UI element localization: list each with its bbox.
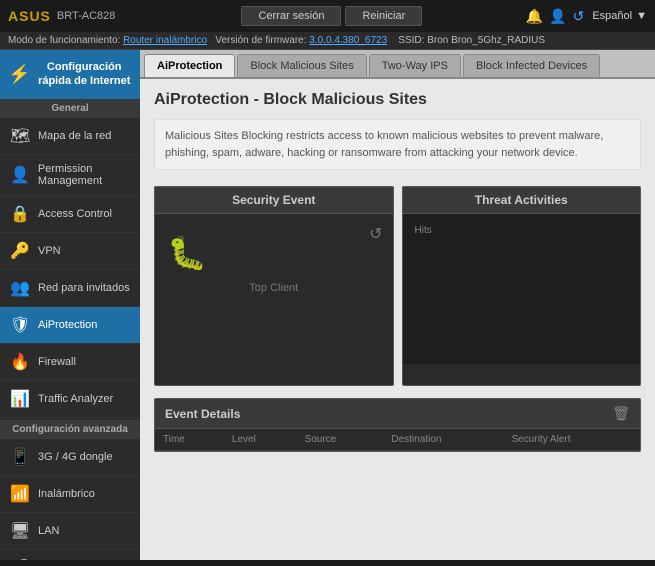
traffic-analyzer-icon: 📊 xyxy=(10,389,30,409)
sidebar-item-label: Mapa de la red xyxy=(38,130,111,142)
sidebar: ⚡ Configuración rápida de Internet Gener… xyxy=(0,50,140,560)
top-client-label: Top Client xyxy=(163,282,385,294)
sidebar-item-label: Permission Management xyxy=(38,163,130,187)
wireless-icon: 📶 xyxy=(10,484,30,504)
guest-network-icon: 👥 xyxy=(10,278,30,298)
col-destination: Destination xyxy=(383,429,503,451)
threat-activities-panel: Threat Activities Hits xyxy=(402,186,642,386)
top-buttons: Cerrar sesión Reiniciar xyxy=(138,6,526,26)
event-details-header: Event Details 🗑 xyxy=(155,399,640,429)
sidebar-item-label: Inalámbrico xyxy=(38,488,95,500)
sidebar-item-label: Traffic Analyzer xyxy=(38,393,113,405)
lan-icon: 🖥 xyxy=(10,521,30,541)
hits-label: Hits xyxy=(411,221,436,240)
lang-label: Español xyxy=(592,10,632,22)
event-details-title: Event Details xyxy=(165,407,240,421)
tab-two-way-ips[interactable]: Two-Way IPS xyxy=(369,54,461,77)
panels: Security Event 🐛 ↺ Top Client Threat Act… xyxy=(154,186,641,386)
firmware-label: Versión de firmware: xyxy=(215,35,306,46)
sidebar-item-firewall[interactable]: 🔥 Firewall xyxy=(0,344,140,381)
content-area: AiProtection Block Malicious Sites Two-W… xyxy=(140,50,655,560)
aiprotection-icon: 🛡 xyxy=(10,315,30,335)
refresh-security-icon[interactable]: ↺ xyxy=(369,224,382,244)
event-details: Event Details 🗑 Time Level Source Destin… xyxy=(154,398,641,452)
tab-block-infected[interactable]: Block Infected Devices xyxy=(463,54,600,77)
sidebar-item-guest-network[interactable]: 👥 Red para invitados xyxy=(0,270,140,307)
top-bar: ASUS BRT-AC828 Cerrar sesión Reiniciar 🔔… xyxy=(0,0,655,32)
page-title: AiProtection - Block Malicious Sites xyxy=(154,91,641,109)
ssid-value: Bron Bron_5Ghz_RADIUS xyxy=(427,35,545,46)
logout-button[interactable]: Cerrar sesión xyxy=(241,6,341,26)
logo-model: BRT-AC828 xyxy=(57,10,116,22)
mode-label: Modo de funcionamiento: xyxy=(8,35,120,46)
page-content: AiProtection - Block Malicious Sites Mal… xyxy=(140,79,655,464)
firmware-value[interactable]: 3.0.0.4.380_6723 xyxy=(309,35,387,46)
sidebar-item-label: VPN xyxy=(38,245,61,257)
user-icon: 👤 xyxy=(549,8,566,25)
sidebar-item-permission[interactable]: 👤 Permission Management xyxy=(0,155,140,196)
sidebar-item-label: Red para invitados xyxy=(38,282,130,294)
sidebar-item-label: Firewall xyxy=(38,356,76,368)
refresh-top-icon[interactable]: ↺ xyxy=(573,8,585,25)
3g4g-icon: 📱 xyxy=(10,447,30,467)
sidebar-item-aiprotection[interactable]: 🛡 AiProtection xyxy=(0,307,140,344)
logo-area: ASUS BRT-AC828 xyxy=(8,8,138,24)
sidebar-item-network-map[interactable]: 🗺 Mapa de la red xyxy=(0,118,140,155)
tabs: AiProtection Block Malicious Sites Two-W… xyxy=(140,50,655,79)
sidebar-item-label: 3G / 4G dongle xyxy=(38,451,113,463)
sidebar-item-traffic-analyzer[interactable]: 📊 Traffic Analyzer xyxy=(0,381,140,418)
bug-icon: 🐛 xyxy=(167,234,207,272)
sidebar-item-lan[interactable]: 🖥 LAN xyxy=(0,513,140,550)
col-security-alert: Security Alert xyxy=(504,429,640,451)
top-icons: 🔔 👤 ↺ xyxy=(526,8,585,25)
logo-asus: ASUS xyxy=(8,8,51,24)
security-event-header: Security Event xyxy=(155,187,393,214)
quick-setup-icon: ⚡ xyxy=(8,63,30,86)
sidebar-item-label: Access Control xyxy=(38,208,112,220)
sidebar-item-wireless[interactable]: 📶 Inalámbrico xyxy=(0,476,140,513)
main-layout: ⚡ Configuración rápida de Internet Gener… xyxy=(0,50,655,560)
description-text: Malicious Sites Blocking restricts acces… xyxy=(154,119,641,170)
col-time: Time xyxy=(155,429,224,451)
security-event-body: 🐛 ↺ Top Client xyxy=(155,214,393,364)
info-bar: Modo de funcionamiento: Router inalámbri… xyxy=(0,32,655,50)
mode-value[interactable]: Router inalámbrico xyxy=(123,35,207,46)
firewall-icon: 🔥 xyxy=(10,352,30,372)
vpn-icon: 🔑 xyxy=(10,241,30,261)
bell-icon: 🔔 xyxy=(526,8,543,25)
general-section-label: General xyxy=(0,99,140,118)
col-level: Level xyxy=(224,429,297,451)
event-table: Time Level Source Destination Security A… xyxy=(155,429,640,451)
tab-aiprotection[interactable]: AiProtection xyxy=(144,54,235,77)
sidebar-quick-setup[interactable]: ⚡ Configuración rápida de Internet xyxy=(0,50,140,99)
threat-activities-body: Hits xyxy=(403,214,641,364)
network-map-icon: 🗺 xyxy=(10,126,30,146)
language-selector[interactable]: Español ▼ xyxy=(592,10,647,22)
sidebar-item-3g4g[interactable]: 📱 3G / 4G dongle xyxy=(0,439,140,476)
quick-setup-label: Configuración rápida de Internet xyxy=(36,60,132,89)
threat-activities-header: Threat Activities xyxy=(403,187,641,214)
advanced-section-label: Configuración avanzada xyxy=(0,420,140,439)
tab-block-malicious[interactable]: Block Malicious Sites xyxy=(237,54,366,77)
chevron-down-icon: ▼ xyxy=(636,10,647,22)
restart-button[interactable]: Reiniciar xyxy=(345,6,422,26)
sidebar-item-vlan[interactable]: 🔗 VLAN xyxy=(0,550,140,560)
trash-icon[interactable]: 🗑 xyxy=(612,405,630,422)
vlan-icon: 🔗 xyxy=(10,558,30,560)
access-control-icon: 🔒 xyxy=(10,204,30,224)
sidebar-item-vpn[interactable]: 🔑 VPN xyxy=(0,233,140,270)
sidebar-item-label: LAN xyxy=(38,525,59,537)
sidebar-item-label: AiProtection xyxy=(38,319,97,331)
security-event-panel: Security Event 🐛 ↺ Top Client xyxy=(154,186,394,386)
ssid-label: SSID: xyxy=(398,35,424,46)
permission-icon: 👤 xyxy=(10,165,30,185)
col-source: Source xyxy=(297,429,384,451)
sidebar-item-access-control[interactable]: 🔒 Access Control xyxy=(0,196,140,233)
